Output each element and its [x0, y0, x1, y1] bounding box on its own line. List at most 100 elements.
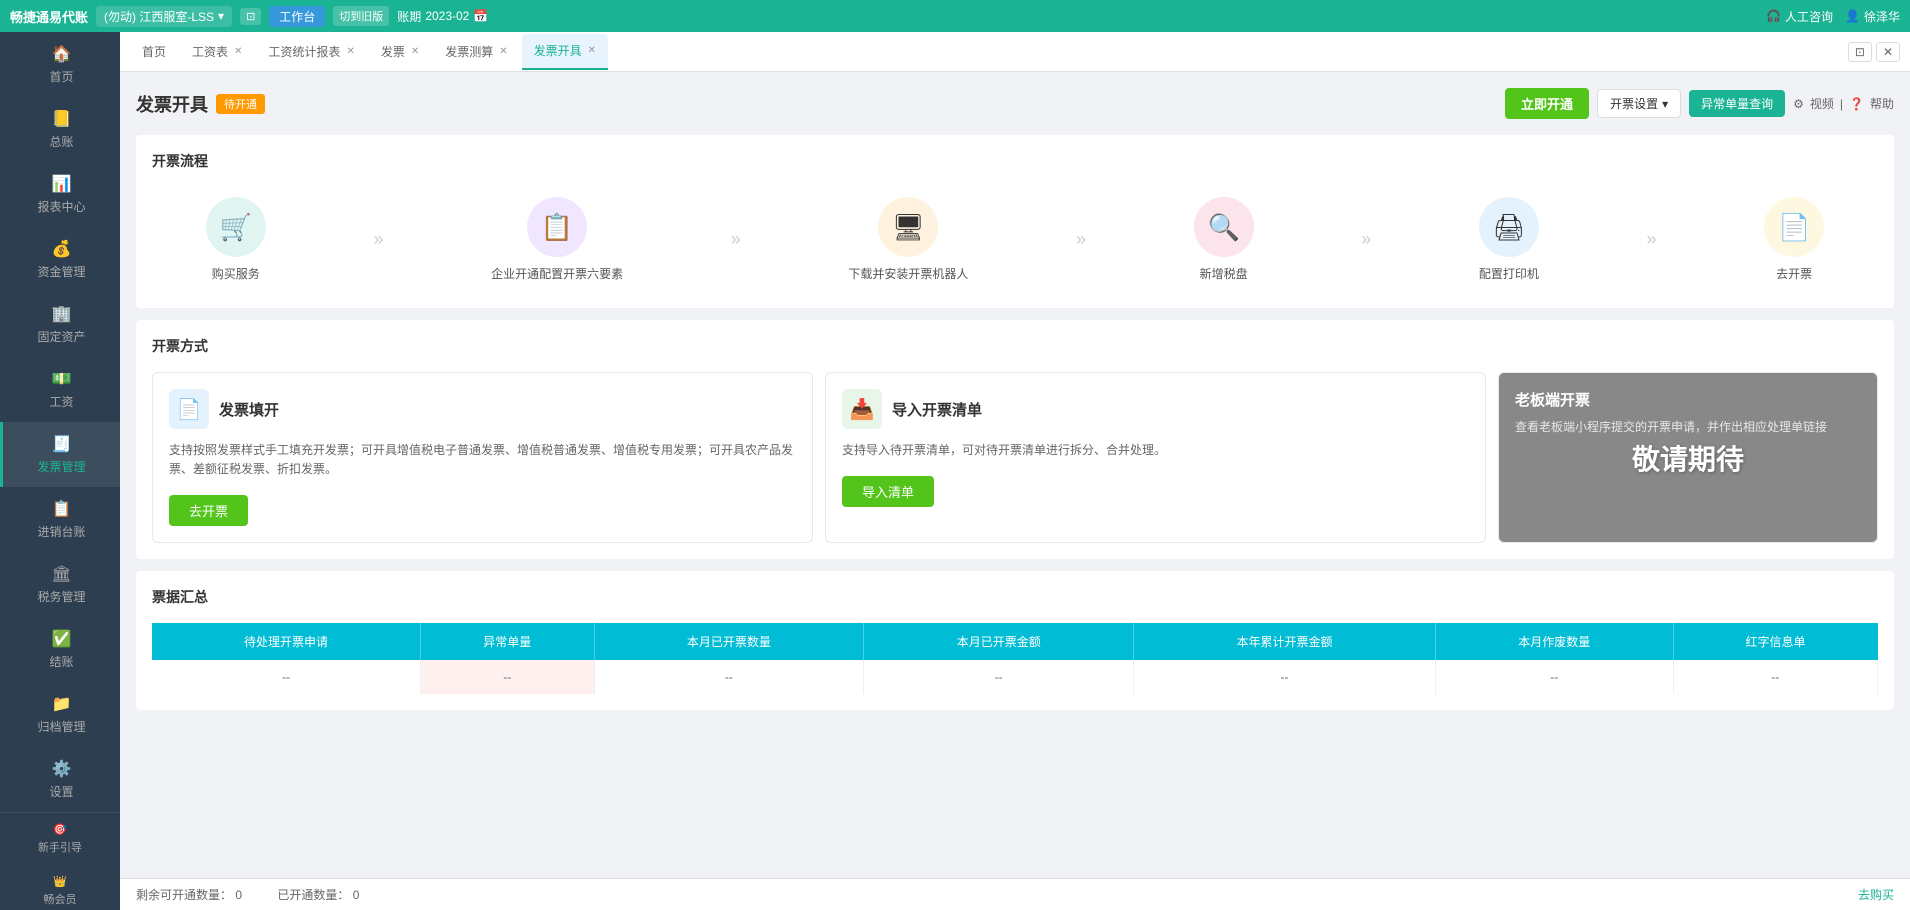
sidebar-bottom: 🎯 新手引导 👑 畅会员 📌 取消固定: [0, 812, 120, 910]
content-area: 首页 工资表 ✕ 工资统计报表 ✕ 发票 ✕ 发票测算 ✕ 发票开具 ✕: [120, 32, 1910, 910]
tab-close-salary-report[interactable]: ✕: [346, 46, 354, 57]
sidebar-label-reports: 报表中心: [37, 198, 85, 215]
summary-table: 待处理开票申请 异常单量 本月已开票数量 本月已开票金额 本年累计开票金额 本月…: [152, 623, 1878, 694]
coming-soon-label: 敬请期待: [1632, 438, 1744, 478]
tax-icon: 🏛: [51, 564, 71, 584]
tab-close-invoice-list[interactable]: ✕: [411, 46, 419, 57]
tab-restore-btn[interactable]: ⊡: [1848, 42, 1872, 62]
sidebar-item-funds[interactable]: 💰 资金管理: [0, 227, 120, 292]
arrow-1: »: [373, 229, 383, 250]
summary-section-title: 票据汇总: [152, 587, 1878, 607]
immediate-open-btn[interactable]: 立即开通: [1505, 88, 1589, 119]
sidebar-item-purchase[interactable]: 📋 进销台账: [0, 487, 120, 552]
page-title: 发票开具: [136, 91, 208, 117]
tab-invoice-list[interactable]: 发票 ✕: [369, 34, 431, 70]
buy-link[interactable]: 去购买: [1858, 886, 1894, 903]
old-version-btn[interactable]: 切到旧版: [333, 6, 389, 26]
enterprise-setup-label: 企业开通配置开票六要素: [491, 265, 623, 282]
main-layout: 🏠 首页 📒 总账 📊 报表中心 💰 资金管理 🏢 固定资产 💵 工资 🧾 发票…: [0, 32, 1910, 910]
table-row: -- -- -- -- -- -- --: [152, 660, 1878, 694]
page-title-area: 发票开具 待开通: [136, 91, 265, 117]
manual-card-title: 发票填开: [219, 399, 279, 420]
buy-service-icon: 🛒: [206, 197, 266, 257]
home-icon: 🏠: [52, 44, 72, 64]
col-year-amount: 本年累计开票金额: [1134, 623, 1436, 660]
copy-btn[interactable]: ⊡: [240, 8, 261, 25]
sidebar-item-member[interactable]: 👑 畅会员: [0, 865, 120, 910]
enterprise-setup-icon: 📋: [527, 197, 587, 257]
arrow-4: »: [1361, 229, 1371, 250]
cell-month-count: --: [594, 660, 864, 694]
abnormal-query-btn[interactable]: 异常单量查询: [1689, 90, 1785, 117]
tab-salary-report[interactable]: 工资统计报表 ✕: [256, 34, 366, 70]
arrow-3: »: [1076, 229, 1086, 250]
sidebar-item-ledger[interactable]: 📒 总账: [0, 97, 120, 162]
flow-step-buy[interactable]: 🛒 购买服务: [206, 197, 266, 282]
import-card-desc: 支持导入待开票清单，可对待开票清单进行拆分、合并处理。: [842, 441, 1469, 460]
sidebar-item-tax[interactable]: 🏛 税务管理: [0, 552, 120, 617]
company-selector[interactable]: (勿动) 江西服室-LSS ▾: [96, 6, 232, 27]
arrow-5: »: [1647, 229, 1657, 250]
cell-abnormal: --: [420, 660, 594, 694]
tab-close-invoice-tool[interactable]: ✕: [588, 45, 596, 56]
page-header: 发票开具 待开通 立即开通 开票设置 ▾ 异常单量查询 ⚙ 视频 | ❓: [136, 88, 1894, 119]
method-card-manual: 📄 发票填开 支持按照发票样式手工填充开发票；可开具增值税电子普通发票、增值税普…: [152, 372, 813, 543]
tab-close-salary-table[interactable]: ✕: [234, 46, 242, 57]
tab-salary-table[interactable]: 工资表 ✕: [180, 34, 254, 70]
config-printer-icon: 🖨: [1479, 197, 1539, 257]
service-btn[interactable]: 🎧 人工咨询: [1766, 8, 1833, 25]
flow-step-download[interactable]: 🖥 下载并安装开票机器人: [848, 197, 968, 282]
flow-step-open[interactable]: 📄 去开票: [1764, 197, 1824, 282]
reports-icon: 📊: [52, 174, 72, 194]
tab-close-all-btn[interactable]: ✕: [1876, 42, 1900, 62]
flow-step-printer[interactable]: 🖨 配置打印机: [1479, 197, 1539, 282]
tab-home[interactable]: 首页: [130, 34, 178, 70]
summary-table-head: 待处理开票申请 异常单量 本月已开票数量 本月已开票金额 本年累计开票金额 本月…: [152, 623, 1878, 660]
member-icon: 👑: [53, 875, 67, 888]
sidebar-label-archive: 归档管理: [37, 718, 85, 735]
user-info[interactable]: 👤 徐泽华: [1845, 8, 1900, 25]
settings-arrow-icon: ▾: [1662, 97, 1668, 111]
import-btn[interactable]: 导入清单: [842, 476, 934, 507]
sidebar-item-newbie[interactable]: 🎯 新手引导: [0, 813, 120, 865]
col-void-count: 本月作废数量: [1435, 623, 1673, 660]
sidebar-label-assets: 固定资产: [37, 328, 85, 345]
settings-icon: ⚙️: [52, 759, 72, 779]
salary-icon: 💵: [52, 369, 72, 389]
summary-header-row: 待处理开票申请 异常单量 本月已开票数量 本月已开票金额 本年累计开票金额 本月…: [152, 623, 1878, 660]
sidebar-item-invoice[interactable]: 🧾 发票管理: [0, 422, 120, 487]
period-info: 账期 2023-02 📅: [397, 8, 488, 25]
top-bar-left: 畅捷通易代账 (勿动) 江西服室-LSS ▾ ⊡ 工作台 切到旧版 账期 202…: [10, 6, 488, 27]
tab-invoice-calc[interactable]: 发票测算 ✕: [433, 34, 519, 70]
sidebar-item-assets[interactable]: 🏢 固定资产: [0, 292, 120, 357]
sidebar-item-reports[interactable]: 📊 报表中心: [0, 162, 120, 227]
flow-steps: 🛒 购买服务 » 📋 企业开通配置开票六要素 » 🖥 下载并安装开票机器人 »: [152, 187, 1878, 292]
sidebar-item-settle[interactable]: ✅ 结账: [0, 617, 120, 682]
sidebar-label-purchase: 进销台账: [37, 523, 85, 540]
flow-step-taxdisk[interactable]: 🔍 新增税盘: [1194, 197, 1254, 282]
sidebar-item-settings[interactable]: ⚙️ 设置: [0, 747, 120, 812]
cell-pending: --: [152, 660, 420, 694]
summary-section: 票据汇总 待处理开票申请 异常单量 本月已开票数量 本月已开票金额 本年累计开票…: [136, 571, 1894, 710]
ledger-icon: 📒: [52, 109, 72, 129]
invoice-icon: 🧾: [52, 434, 72, 454]
download-robot-label: 下载并安装开票机器人: [848, 265, 968, 282]
method-cards: 📄 发票填开 支持按照发票样式手工填充开发票；可开具增值税电子普通发票、增值税普…: [152, 372, 1878, 543]
import-card-icon: 📥: [842, 389, 882, 429]
settle-icon: ✅: [52, 629, 72, 649]
sidebar-item-home[interactable]: 🏠 首页: [0, 32, 120, 97]
add-taxdisk-icon: 🔍: [1194, 197, 1254, 257]
sidebar-item-salary[interactable]: 💵 工资: [0, 357, 120, 422]
header-help: ⚙ 视频 | ❓ 帮助: [1793, 95, 1894, 112]
col-pending: 待处理开票申请: [152, 623, 420, 660]
purchase-icon: 📋: [52, 499, 72, 519]
open-settings-btn[interactable]: 开票设置 ▾: [1597, 89, 1681, 118]
workspace-btn[interactable]: 工作台: [269, 6, 325, 27]
manual-open-btn[interactable]: 去开票: [169, 495, 248, 526]
sidebar-item-archive[interactable]: 📁 归档管理: [0, 682, 120, 747]
tab-invoice-tool[interactable]: 发票开具 ✕: [522, 34, 608, 70]
flow-step-setup[interactable]: 📋 企业开通配置开票六要素: [491, 197, 623, 282]
method-card-import: 📥 导入开票清单 支持导入待开票清单，可对待开票清单进行拆分、合并处理。 导入清…: [825, 372, 1486, 543]
top-bar: 畅捷通易代账 (勿动) 江西服室-LSS ▾ ⊡ 工作台 切到旧版 账期 202…: [0, 0, 1910, 32]
tab-close-invoice-calc[interactable]: ✕: [499, 46, 507, 57]
